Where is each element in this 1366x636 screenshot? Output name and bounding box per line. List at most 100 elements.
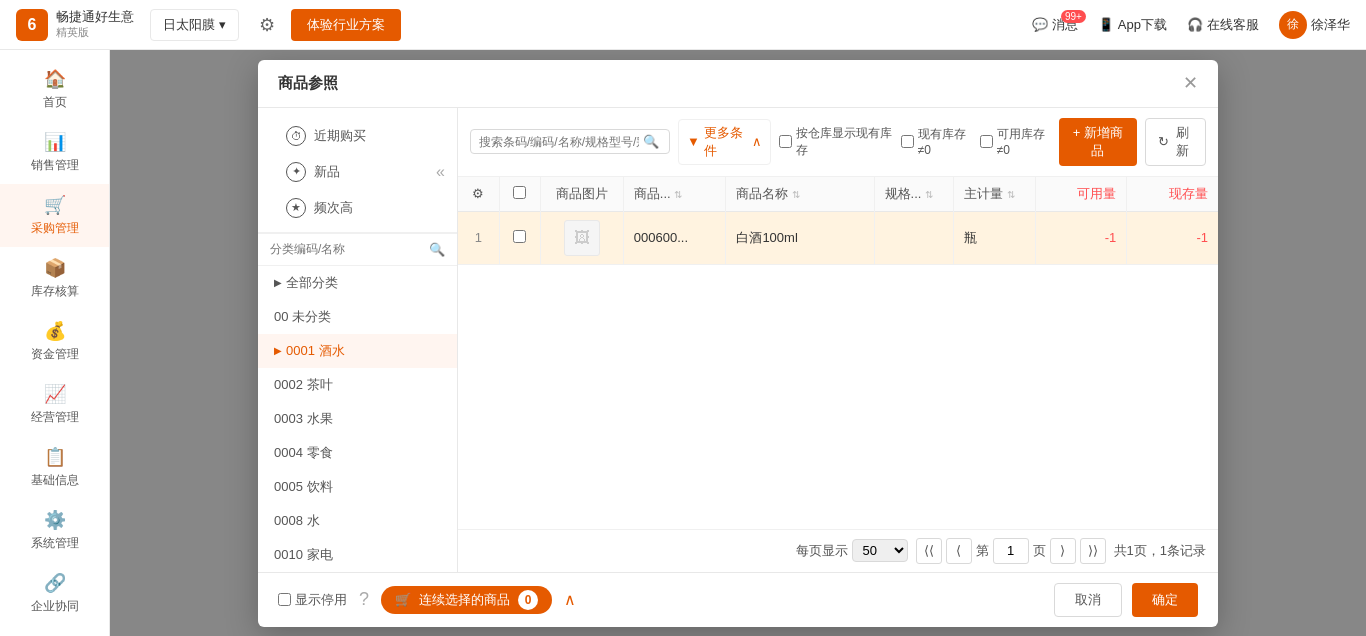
logo-area: 6 畅捷通好生意 精英版 — [16, 9, 134, 41]
product-image-placeholder: 🖼 — [564, 220, 600, 256]
top-nav: 6 畅捷通好生意 精英版 日太阳膜 ▾ ⚙ 体验行业方案 💬 消息 99+ 📱 … — [0, 0, 1366, 50]
sidebar-item-sales[interactable]: 📊 销售管理 — [0, 121, 109, 184]
category-0002[interactable]: 0002 茶叶 — [258, 368, 457, 402]
sidebar-item-basic-info[interactable]: 📋 基础信息 — [0, 436, 109, 499]
page-prev-button[interactable]: ⟨ — [946, 538, 972, 564]
table-stock-header[interactable]: 现存量 — [1127, 177, 1218, 212]
filter-button[interactable]: ▼ 更多条件 ∧ — [678, 119, 771, 165]
page-suffix: 页 — [1033, 542, 1046, 560]
refresh-button[interactable]: ↻ 刷新 — [1145, 118, 1206, 166]
table-gear-icon[interactable]: ⚙ — [472, 186, 484, 201]
confirm-button[interactable]: 确定 — [1132, 583, 1198, 617]
refresh-label: 刷新 — [1173, 124, 1193, 160]
sidebar-item-finance[interactable]: 💰 资金管理 — [0, 310, 109, 373]
home-icon: 🏠 — [44, 68, 66, 90]
sidebar-item-operations[interactable]: 📈 经营管理 — [0, 373, 109, 436]
sidebar-item-guide[interactable]: 🎯 新手引导 — [0, 625, 109, 636]
sidebar-label-operations: 经营管理 — [31, 409, 79, 426]
app-download-item[interactable]: 📱 App下载 — [1098, 16, 1167, 34]
per-page-select[interactable]: 50 100 — [852, 539, 908, 562]
sidebar-label-finance: 资金管理 — [31, 346, 79, 363]
checkbox-avail-nonzero[interactable]: 可用库存≠0 — [980, 126, 1051, 157]
sidebar-item-system[interactable]: ⚙️ 系统管理 — [0, 499, 109, 562]
table-name-header[interactable]: 商品名称 ⇅ — [726, 177, 874, 212]
trial-button[interactable]: 体验行业方案 — [291, 9, 401, 41]
quick-item-frequent[interactable]: ★ 频次高 — [270, 190, 382, 226]
quick-item-recent[interactable]: ⏱ 近期购买 — [270, 118, 382, 154]
sidebar-item-home[interactable]: 🏠 首页 — [0, 58, 109, 121]
cancel-button[interactable]: 取消 — [1054, 583, 1122, 617]
category-0004[interactable]: 0004 零食 — [258, 436, 457, 470]
product-search-input[interactable] — [479, 135, 639, 149]
category-all[interactable]: ▶ 全部分类 — [258, 266, 457, 300]
table-row[interactable]: 1 🖼 00 — [458, 211, 1218, 264]
table-code-header[interactable]: 商品... ⇅ — [623, 177, 726, 212]
table-unit-header[interactable]: 主计量 ⇅ — [954, 177, 1036, 212]
service-item[interactable]: 🎧 在线客服 — [1187, 16, 1259, 34]
sidebar-label-purchase: 采购管理 — [31, 220, 79, 237]
row-code: 000600... — [623, 211, 726, 264]
checkbox-warehouse[interactable]: 按仓库显示现有库存 — [779, 125, 892, 159]
sidebar-item-purchase[interactable]: 🛒 采购管理 — [0, 184, 109, 247]
sidebar-label-basicinfo: 基础信息 — [31, 472, 79, 489]
category-0010[interactable]: 0010 家电 — [258, 538, 457, 572]
checkbox-avail-input[interactable] — [980, 135, 993, 148]
category-0005[interactable]: 0005 饮料 — [258, 470, 457, 504]
category-00[interactable]: 00 未分类 — [258, 300, 457, 334]
checkbox-avail-label: 可用库存≠0 — [997, 126, 1051, 157]
app-name: 畅捷通好生意 — [56, 9, 134, 26]
per-page-selector: 每页显示 50 100 — [796, 539, 908, 562]
category-0008[interactable]: 0008 水 — [258, 504, 457, 538]
row-check[interactable] — [499, 211, 540, 264]
table-check-header — [499, 177, 540, 212]
category-0003[interactable]: 0003 水果 — [258, 402, 457, 436]
table-avail-label: 可用量 — [1077, 186, 1116, 201]
unit-sort-icon: ⇅ — [1007, 189, 1015, 200]
collapse-left-icon[interactable]: « — [436, 163, 445, 181]
page-last-button[interactable]: ⟩⟩ — [1080, 538, 1106, 564]
category-search-icon[interactable]: 🔍 — [429, 242, 445, 257]
table-avail-header[interactable]: 可用量 — [1036, 177, 1127, 212]
app-edition: 精英版 — [56, 25, 134, 40]
close-button[interactable]: ✕ — [1183, 74, 1198, 92]
checkbox-stock-nonzero[interactable]: 现有库存≠0 — [901, 126, 972, 157]
category-all-label: 全部分类 — [286, 274, 338, 292]
category-0001[interactable]: ▶ 0001 酒水 — [258, 334, 457, 368]
show-disabled-input[interactable] — [278, 593, 291, 606]
modal-footer: 显示停用 ? 🛒 连续选择的商品 0 ∧ 取消 确定 — [258, 572, 1218, 627]
checkbox-warehouse-input[interactable] — [779, 135, 792, 148]
table-settings-header[interactable]: ⚙ — [458, 177, 499, 212]
table-spec-label: 规格... — [885, 186, 922, 201]
product-stock-1: -1 — [1196, 230, 1208, 245]
category-0001-label: 0001 酒水 — [286, 342, 345, 360]
row-checkbox-1[interactable] — [513, 230, 526, 243]
recent-icon: ⏱ — [286, 126, 306, 146]
checkbox-stock-input[interactable] — [901, 135, 914, 148]
row-name: 白酒100ml — [726, 211, 874, 264]
table-check-all[interactable] — [513, 186, 526, 199]
product-search-icon[interactable]: 🔍 — [643, 134, 659, 149]
sidebar-item-inventory[interactable]: 📦 库存核算 — [0, 247, 109, 310]
sidebar-item-collab[interactable]: 🔗 企业协同 — [0, 562, 109, 625]
modal-toolbar: 🔍 ▼ 更多条件 ∧ 按仓库显示现有库存 — [458, 108, 1218, 177]
page-input[interactable] — [993, 538, 1029, 564]
operations-icon: 📈 — [44, 383, 66, 405]
page-next-button[interactable]: ⟩ — [1050, 538, 1076, 564]
row-stock: -1 — [1127, 211, 1218, 264]
messages-nav-item[interactable]: 💬 消息 99+ — [1032, 16, 1078, 34]
sidebar-label-sales: 销售管理 — [31, 157, 79, 174]
settings-nav-icon[interactable]: ⚙ — [251, 9, 283, 41]
user-item[interactable]: 徐 徐泽华 — [1279, 11, 1350, 39]
page-first-button[interactable]: ⟨⟨ — [916, 538, 942, 564]
page-navigation: ⟨⟨ ⟨ 第 页 ⟩ ⟩⟩ — [916, 538, 1106, 564]
footer-collapse-icon[interactable]: ∧ — [564, 590, 576, 609]
store-dropdown[interactable]: 日太阳膜 ▾ — [150, 9, 239, 41]
add-product-button[interactable]: + 新增商品 — [1059, 118, 1137, 166]
help-icon[interactable]: ? — [359, 589, 369, 610]
table-spec-header[interactable]: 规格... ⇅ — [874, 177, 954, 212]
show-disabled-checkbox[interactable]: 显示停用 — [278, 591, 347, 609]
category-search-input[interactable] — [270, 242, 423, 256]
checkbox-stock-label: 现有库存≠0 — [918, 126, 972, 157]
quick-item-new[interactable]: ✦ 新品 — [270, 154, 382, 190]
row-num: 1 — [458, 211, 499, 264]
